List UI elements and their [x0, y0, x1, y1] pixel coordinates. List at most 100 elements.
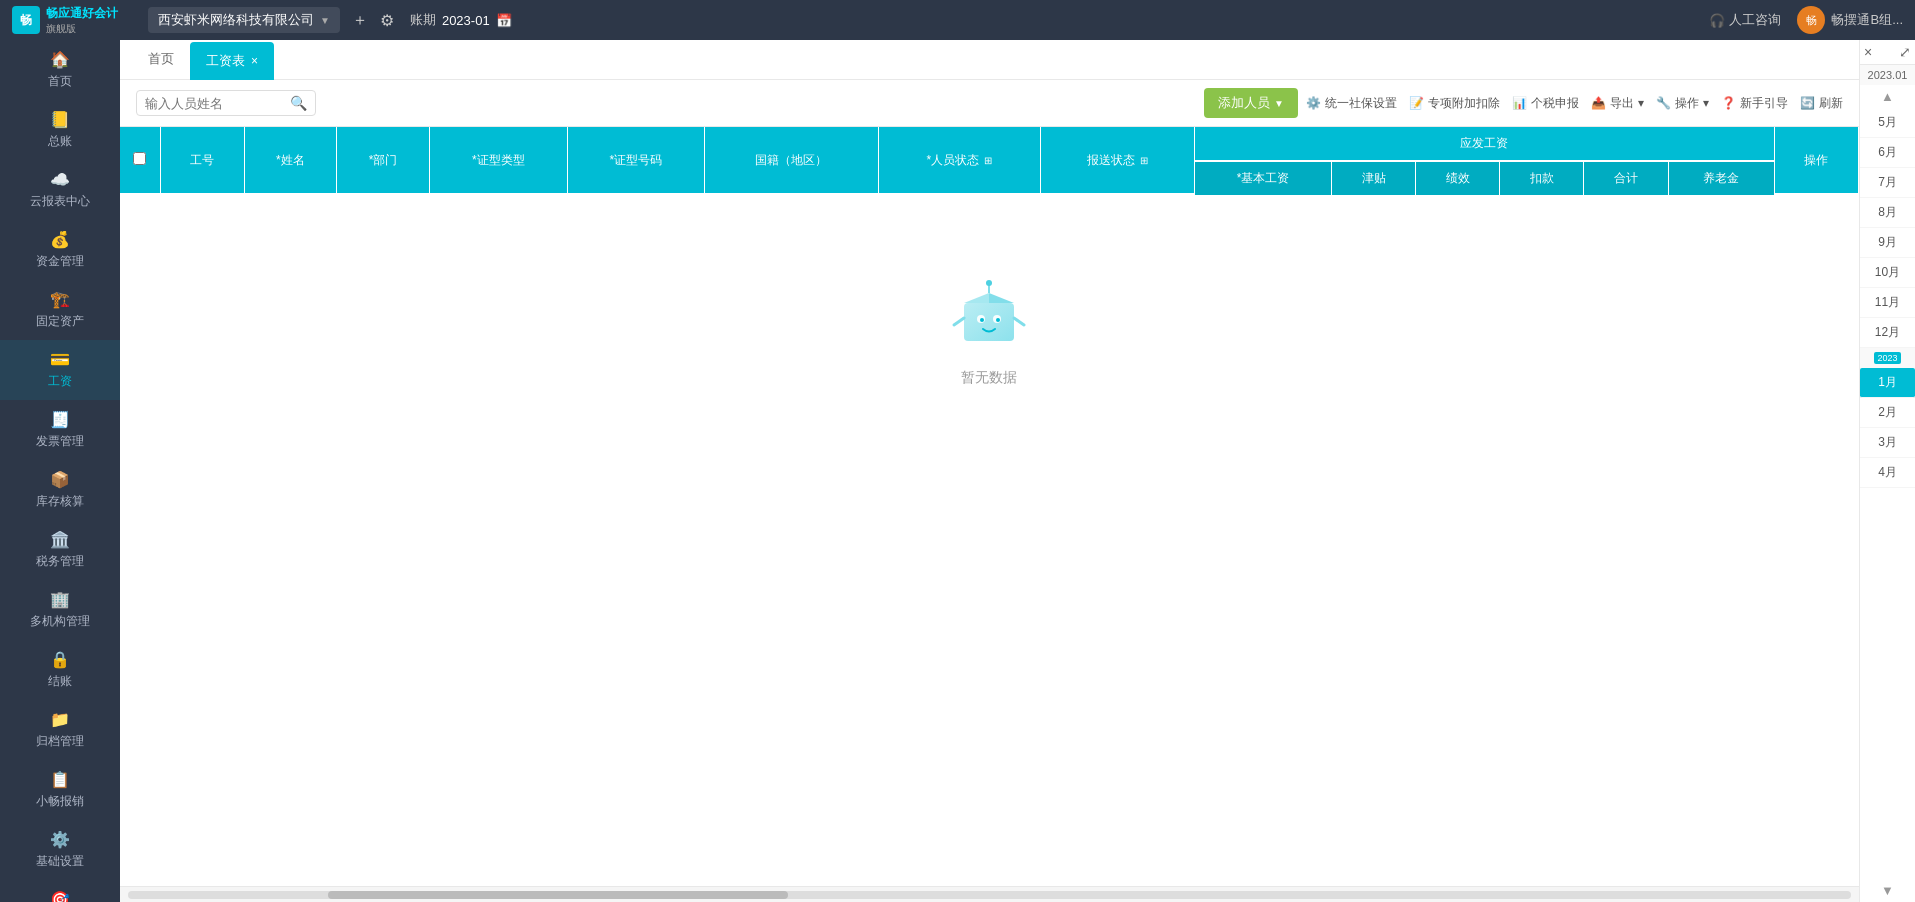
- operations-button[interactable]: 🔧 操作 ▾: [1656, 95, 1709, 112]
- help-icon: ❓: [1721, 96, 1736, 110]
- total-header: 合计: [1584, 162, 1668, 195]
- panel-close-button[interactable]: ×: [1864, 44, 1872, 60]
- export-icon: 📤: [1591, 96, 1606, 110]
- tab-home[interactable]: 首页: [132, 40, 190, 80]
- id-type-header: *证型类型: [429, 127, 567, 193]
- service-button[interactable]: 🎧 人工咨询: [1709, 11, 1781, 29]
- sidebar-item-ledger[interactable]: 📒 总账: [0, 100, 120, 160]
- select-all-checkbox[interactable]: [133, 152, 146, 165]
- headset-icon: 🎧: [1709, 13, 1725, 28]
- sidebar-item-salary[interactable]: 💳 工资: [0, 340, 120, 400]
- month-item-2022-12[interactable]: 12月: [1860, 318, 1915, 348]
- special-deduction-button[interactable]: 📝 专项附加扣除: [1409, 95, 1500, 112]
- empty-state: 暂无数据: [120, 193, 1859, 467]
- sidebar-item-guide[interactable]: 🎯 新手引导: [0, 880, 120, 902]
- sidebar-item-fixed-assets[interactable]: 🏗️ 固定资产: [0, 280, 120, 340]
- sidebar-item-home[interactable]: 🏠 首页: [0, 40, 120, 100]
- sidebar-item-inventory[interactable]: 📦 库存核算: [0, 460, 120, 520]
- guide-button[interactable]: ❓ 新手引导: [1721, 95, 1788, 112]
- operations-header: 操作: [1774, 127, 1858, 193]
- nationality-header: 国籍（地区）: [705, 127, 879, 193]
- emp-no-header: 工号: [160, 127, 244, 193]
- export-chevron: ▾: [1638, 96, 1644, 110]
- sidebar-item-cloud-report[interactable]: ☁️ 云报表中心: [0, 160, 120, 220]
- panel-header: × ⤢: [1860, 40, 1915, 65]
- sidebar-item-base-settings[interactable]: ⚙️ 基础设置: [0, 820, 120, 880]
- sidebar-item-close-account[interactable]: 🔒 结账: [0, 640, 120, 700]
- inventory-icon: 📦: [50, 470, 70, 489]
- calendar-icon[interactable]: 📅: [496, 13, 512, 28]
- scroll-up-button[interactable]: ▲: [1860, 85, 1915, 108]
- company-selector[interactable]: 西安虾米网络科技有限公司 ▼: [148, 7, 340, 33]
- sidebar-item-fund[interactable]: 💰 资金管理: [0, 220, 120, 280]
- year-2023-badge: 2023: [1874, 352, 1900, 364]
- top-header: 畅 畅应通好会计 旗舰版 西安虾米网络科技有限公司 ▼ ＋ ⚙ 账期 2023-…: [0, 0, 1915, 40]
- month-item-2022-11[interactable]: 11月: [1860, 288, 1915, 318]
- personal-tax-button[interactable]: 📊 个税申报: [1512, 95, 1579, 112]
- sidebar-item-archive[interactable]: 📁 归档管理: [0, 700, 120, 760]
- period-value: 2023-01: [442, 13, 490, 28]
- user-name: 畅摆通B组...: [1831, 11, 1903, 29]
- cloud-icon: ☁️: [50, 170, 70, 189]
- sidebar-label-salary: 工资: [48, 373, 72, 390]
- dept-header: *部门: [337, 127, 430, 193]
- sidebar-label-inventory: 库存核算: [36, 493, 84, 510]
- content-area: 首页 工资表 × 🔍 添加人员 ▼ ⚙️ 统一社保设置: [120, 40, 1859, 902]
- month-item-2023-02[interactable]: 2月: [1860, 398, 1915, 428]
- month-item-2022-07[interactable]: 7月: [1860, 168, 1915, 198]
- refresh-button[interactable]: 🔄 刷新: [1800, 95, 1843, 112]
- base-salary-header: *基本工资: [1194, 162, 1332, 195]
- service-label: 人工咨询: [1729, 11, 1781, 29]
- month-item-2022-05[interactable]: 5月: [1860, 108, 1915, 138]
- search-input[interactable]: [145, 96, 286, 111]
- user-area: 畅 畅摆通B组...: [1797, 6, 1903, 34]
- sidebar-item-tax[interactable]: 🏛️ 税务管理: [0, 520, 120, 580]
- add-button[interactable]: ＋: [352, 10, 368, 31]
- empty-icon: [949, 273, 1029, 353]
- month-item-2022-06[interactable]: 6月: [1860, 138, 1915, 168]
- add-employee-button[interactable]: 添加人员 ▼: [1204, 88, 1298, 118]
- tab-salary-table[interactable]: 工资表 ×: [190, 42, 274, 82]
- chevron-down-icon: ▼: [1274, 98, 1284, 109]
- horizontal-scrollbar[interactable]: [128, 891, 1851, 899]
- base-settings-icon: ⚙️: [50, 830, 70, 849]
- close-account-icon: 🔒: [50, 650, 70, 669]
- sidebar-item-invoice[interactable]: 🧾 发票管理: [0, 400, 120, 460]
- fund-icon: 💰: [50, 230, 70, 249]
- period-label: 账期: [410, 11, 436, 29]
- social-security-icon: ⚙️: [1306, 96, 1321, 110]
- id-no-header: *证型号码: [567, 127, 705, 193]
- settings-icon[interactable]: ⚙: [380, 11, 394, 30]
- sidebar-item-multi-org[interactable]: 🏢 多机构管理: [0, 580, 120, 640]
- salary-table: 工号 *姓名 *部门 *证型类型 *证型号码 国籍（地区） *人员状态 ⊞ 报送…: [120, 127, 1859, 467]
- deduction-header: 扣款: [1500, 162, 1584, 195]
- sidebar-label-expense: 小畅报销: [36, 793, 84, 810]
- filter-icon2[interactable]: ⊞: [1140, 155, 1148, 166]
- tab-salary-label: 工资表: [206, 52, 245, 70]
- ops-chevron: ▾: [1703, 96, 1709, 110]
- scrollbar-thumb[interactable]: [328, 891, 788, 899]
- scroll-bar-area: [120, 886, 1859, 902]
- name-header: *姓名: [244, 127, 337, 193]
- company-name: 西安虾米网络科技有限公司: [158, 11, 314, 29]
- month-item-2022-09[interactable]: 9月: [1860, 228, 1915, 258]
- svg-line-7: [954, 318, 964, 325]
- filter-icon[interactable]: ⊞: [984, 155, 992, 166]
- month-item-2022-08[interactable]: 8月: [1860, 198, 1915, 228]
- export-button[interactable]: 📤 导出 ▾: [1591, 95, 1644, 112]
- period-display: 2023.01: [1860, 65, 1915, 85]
- sidebar-label-close: 结账: [48, 673, 72, 690]
- sidebar-label-ledger: 总账: [48, 133, 72, 150]
- close-icon[interactable]: ×: [251, 54, 258, 68]
- scroll-down-button[interactable]: ▼: [1860, 879, 1915, 902]
- month-item-2023-04[interactable]: 4月: [1860, 458, 1915, 488]
- sidebar-item-expense[interactable]: 📋 小畅报销: [0, 760, 120, 820]
- search-box[interactable]: 🔍: [136, 90, 316, 116]
- month-item-2023-01[interactable]: 1月: [1860, 368, 1915, 398]
- month-item-2022-10[interactable]: 10月: [1860, 258, 1915, 288]
- performance-header: 绩效: [1416, 162, 1500, 195]
- right-header: 🎧 人工咨询 畅 畅摆通B组...: [1709, 6, 1903, 34]
- panel-expand-button[interactable]: ⤢: [1899, 44, 1911, 60]
- social-security-button[interactable]: ⚙️ 统一社保设置: [1306, 95, 1397, 112]
- month-item-2023-03[interactable]: 3月: [1860, 428, 1915, 458]
